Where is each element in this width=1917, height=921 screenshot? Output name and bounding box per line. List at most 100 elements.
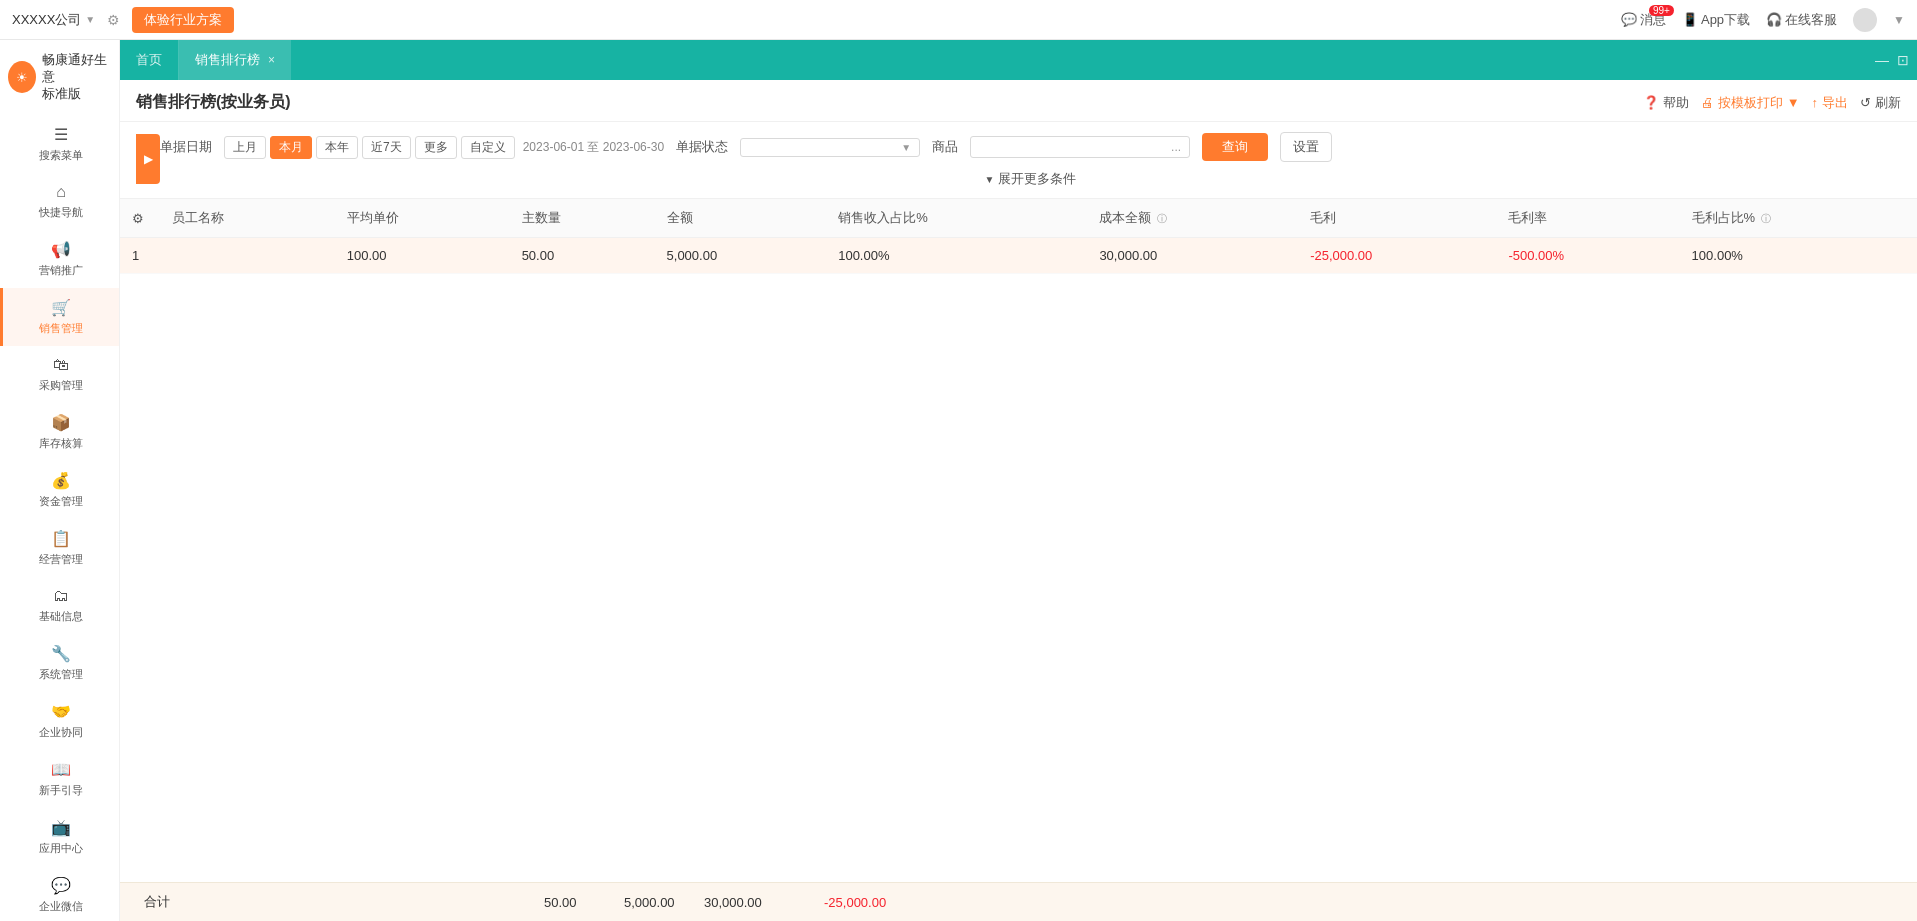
online-service-btn[interactable]: 🎧 在线客服 — [1766, 11, 1837, 29]
th-qty: 主数量 — [510, 199, 655, 238]
collab-icon: 🤝 — [51, 702, 71, 721]
footer-amount: 5,000.00 — [612, 895, 692, 910]
filter-settings-button[interactable]: 设置 — [1280, 132, 1332, 162]
export-button[interactable]: ↑ 导出 — [1812, 94, 1849, 112]
trial-button[interactable]: 体验行业方案 — [132, 7, 234, 33]
sidebar-item-system[interactable]: 🔧 系统管理 — [0, 634, 119, 692]
th-gross: 毛利 — [1298, 199, 1496, 238]
grosspct-info-icon[interactable]: ⓘ — [1761, 213, 1771, 224]
tab-minimize-icon[interactable]: — — [1875, 52, 1889, 68]
tab-close-icon[interactable]: × — [268, 53, 275, 67]
refresh-button[interactable]: ↺ 刷新 — [1860, 94, 1901, 112]
operations-icon: 📋 — [51, 529, 71, 548]
sales-ranking-table: ⚙ 员工名称 平均单价 主数量 全额 销售收入占比% 成本全额 ⓘ 毛利 毛利率… — [120, 199, 1917, 274]
message-badge: 99+ — [1649, 5, 1674, 16]
date-btn-7days[interactable]: 近7天 — [362, 136, 411, 159]
date-btn-custom[interactable]: 自定义 — [461, 136, 515, 159]
phone-icon: 📱 — [1682, 12, 1698, 27]
filter-area: ▶ 单据日期 上月 本月 本年 近7天 更多 自定义 — [120, 122, 1917, 199]
date-btn-more[interactable]: 更多 — [415, 136, 457, 159]
logo-icon: ☀ — [8, 61, 36, 93]
help-label: 帮助 — [1663, 94, 1689, 112]
status-filter-label: 单据状态 — [676, 138, 728, 156]
system-icon: 🔧 — [51, 644, 71, 663]
sidebar-label-wechat: 企业微信 — [39, 899, 83, 914]
query-button[interactable]: 查询 — [1202, 133, 1268, 161]
sidebar-item-app-center[interactable]: 📺 应用中心 — [0, 808, 119, 866]
date-btn-this-month[interactable]: 本月 — [270, 136, 312, 159]
th-gross-pct: 毛利占比% ⓘ — [1680, 199, 1917, 238]
filter-main-row: ▶ 单据日期 上月 本月 本年 近7天 更多 自定义 — [136, 132, 1901, 188]
app-center-icon: 📺 — [51, 818, 71, 837]
message-icon-area[interactable]: 💬 消息 99+ — [1621, 11, 1666, 29]
sidebar-label-search: 搜索菜单 — [39, 148, 83, 163]
message-icon: 💬 — [1621, 12, 1637, 27]
tab-sales-ranking[interactable]: 销售排行榜 × — [179, 40, 291, 80]
sidebar-label-quick: 快捷导航 — [39, 205, 83, 220]
marketing-icon: 📢 — [51, 240, 71, 259]
username: ▼ — [1893, 13, 1905, 27]
date-btn-this-year[interactable]: 本年 — [316, 136, 358, 159]
sidebar-item-marketing[interactable]: 📢 营销推广 — [0, 230, 119, 288]
export-label: 导出 — [1822, 94, 1848, 112]
goods-input[interactable]: ... — [970, 136, 1190, 158]
status-select[interactable]: ▼ — [740, 138, 920, 157]
th-amount: 全额 — [655, 199, 827, 238]
footer-cost: 30,000.00 — [692, 895, 812, 910]
th-avg-price: 平均单价 — [335, 199, 510, 238]
quick-expand-btn[interactable]: ▶ — [136, 134, 160, 184]
table-container: ⚙ 员工名称 平均单价 主数量 全额 销售收入占比% 成本全额 ⓘ 毛利 毛利率… — [120, 199, 1917, 882]
cost-info-icon[interactable]: ⓘ — [1157, 213, 1167, 224]
sidebar-item-sales[interactable]: 🛒 销售管理 — [0, 288, 119, 346]
cell-cost: 30,000.00 — [1087, 238, 1298, 274]
cell-gross: -25,000.00 — [1298, 238, 1496, 274]
tab-bar-right: — ⊡ — [1875, 52, 1917, 68]
th-cost: 成本全额 ⓘ — [1087, 199, 1298, 238]
th-sales-pct: 销售收入占比% — [826, 199, 1087, 238]
page-title: 销售排行榜(按业务员) — [136, 92, 291, 113]
app-download-btn[interactable]: 📱 App下载 — [1682, 11, 1750, 29]
online-service-label: 在线客服 — [1785, 11, 1837, 29]
sidebar-item-inventory[interactable]: 📦 库存核算 — [0, 403, 119, 461]
filter-fields: 单据日期 上月 本月 本年 近7天 更多 自定义 2023-06-01 至 20… — [160, 132, 1901, 188]
cell-amount: 5,000.00 — [655, 238, 827, 274]
goods-more-icon[interactable]: ... — [1171, 140, 1181, 154]
sidebar-item-finance[interactable]: 💰 资金管理 — [0, 461, 119, 519]
app-download-label: App下载 — [1701, 11, 1750, 29]
guide-icon: 📖 — [51, 760, 71, 779]
cell-avg-price: 100.00 — [335, 238, 510, 274]
th-settings[interactable]: ⚙ — [120, 199, 160, 238]
help-button[interactable]: ❓ 帮助 — [1643, 94, 1689, 112]
table-row: 1 100.00 50.00 5,000.00 100.00% 30,000.0… — [120, 238, 1917, 274]
top-bar: XXXXX公司 ▼ ⚙ 体验行业方案 💬 消息 99+ 📱 App下载 🎧 在线… — [0, 0, 1917, 40]
print-button[interactable]: 🖨 按模板打印 ▼ — [1701, 94, 1800, 112]
print-label: 按模板打印 — [1718, 94, 1783, 112]
date-btn-last-month[interactable]: 上月 — [224, 136, 266, 159]
sales-icon: 🛒 — [51, 298, 71, 317]
sidebar-label-sales: 销售管理 — [39, 321, 83, 336]
headset-icon: 🎧 — [1766, 12, 1782, 27]
tab-home[interactable]: 首页 — [120, 40, 179, 80]
sidebar-item-operations[interactable]: 📋 经营管理 — [0, 519, 119, 577]
print-chevron-icon: ▼ — [1787, 95, 1800, 110]
avatar[interactable] — [1853, 8, 1877, 32]
finance-icon: 💰 — [51, 471, 71, 490]
company-chevron-icon: ▼ — [85, 14, 95, 25]
tab-maximize-icon[interactable]: ⊡ — [1897, 52, 1909, 68]
expand-more-btn[interactable]: ▼ 展开更多条件 — [985, 170, 1077, 188]
company-selector[interactable]: XXXXX公司 ▼ — [12, 11, 95, 29]
page-content: 销售排行榜(按业务员) ❓ 帮助 🖨 按模板打印 ▼ ↑ 导出 — [120, 80, 1917, 921]
sidebar-label-app: 应用中心 — [39, 841, 83, 856]
date-filter-buttons: 上月 本月 本年 近7天 更多 自定义 2023-06-01 至 2023-06… — [224, 136, 664, 159]
sidebar-item-enterprise-wechat[interactable]: 💬 企业微信 — [0, 866, 119, 921]
sidebar-item-search-order[interactable]: ☰ 搜索菜单 — [0, 115, 119, 173]
export-icon: ↑ — [1812, 95, 1819, 110]
sidebar-item-basic-info[interactable]: 🗂 基础信息 — [0, 577, 119, 634]
sidebar-item-enterprise-collab[interactable]: 🤝 企业协同 — [0, 692, 119, 750]
sidebar-item-purchase[interactable]: 🛍 采购管理 — [0, 346, 119, 403]
sidebar-item-new-guide[interactable]: 📖 新手引导 — [0, 750, 119, 808]
sidebar-item-quick-nav[interactable]: ⌂ 快捷导航 — [0, 173, 119, 230]
settings-icon[interactable]: ⚙ — [107, 12, 120, 28]
table-footer: 合计 50.00 5,000.00 30,000.00 -25,000.00 — [120, 882, 1917, 921]
sidebar-label-finance: 资金管理 — [39, 494, 83, 509]
